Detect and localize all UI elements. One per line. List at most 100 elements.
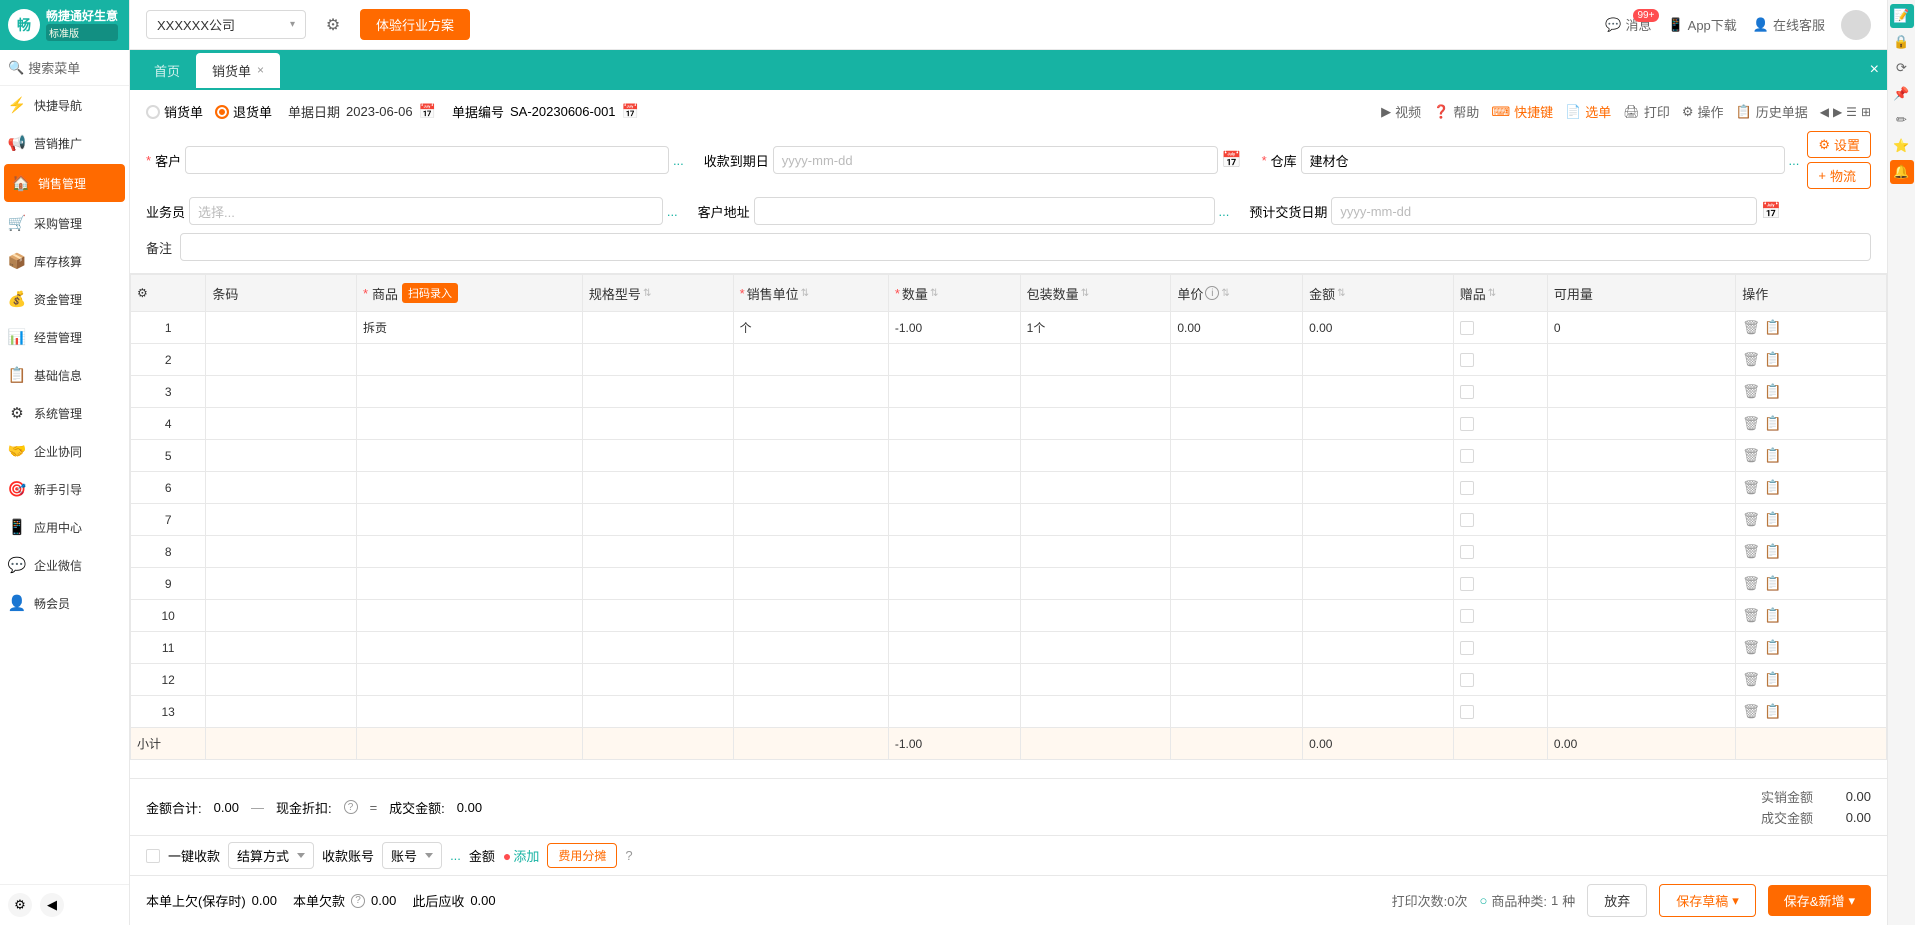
receipt-date-input[interactable]: yyyy-mm-dd bbox=[773, 146, 1218, 174]
expected-date-calendar-icon[interactable]: 📅 bbox=[1761, 201, 1781, 221]
scan-button[interactable]: 扫码录入 bbox=[402, 283, 458, 303]
row-gift-7[interactable] bbox=[1453, 504, 1547, 536]
row-product-10[interactable] bbox=[356, 600, 582, 632]
row-unit-13[interactable] bbox=[733, 696, 888, 728]
user-avatar[interactable] bbox=[1841, 10, 1871, 40]
row-unit-9[interactable] bbox=[733, 568, 888, 600]
row-copy-13[interactable]: 📋 bbox=[1764, 703, 1781, 720]
date-picker-icon[interactable]: 📅 bbox=[419, 103, 436, 120]
receipt-date-calendar-icon[interactable]: 📅 bbox=[1222, 150, 1242, 170]
expected-date-input[interactable]: yyyy-mm-dd bbox=[1331, 197, 1757, 225]
add-payment-button[interactable]: ● 添加 bbox=[503, 846, 539, 865]
row-pkg-4[interactable] bbox=[1020, 408, 1171, 440]
message-button[interactable]: 💬 消息 99+ bbox=[1605, 15, 1651, 34]
row-barcode-13[interactable] bbox=[206, 696, 357, 728]
row-pkg-11[interactable] bbox=[1020, 632, 1171, 664]
row-qty-6[interactable] bbox=[888, 472, 1020, 504]
payment-dots[interactable]: ... bbox=[450, 848, 461, 863]
row-amount-12[interactable] bbox=[1303, 664, 1454, 696]
gift-checkbox-11[interactable] bbox=[1460, 641, 1474, 655]
row-qty-13[interactable] bbox=[888, 696, 1020, 728]
tab-home[interactable]: 首页 bbox=[138, 53, 196, 88]
gift-checkbox-6[interactable] bbox=[1460, 481, 1474, 495]
tab-close-icon[interactable]: × bbox=[257, 63, 264, 77]
th-settings[interactable]: ⚙ bbox=[131, 275, 206, 312]
gift-checkbox-12[interactable] bbox=[1460, 673, 1474, 687]
row-spec-11[interactable] bbox=[582, 632, 733, 664]
row-pkg-9[interactable] bbox=[1020, 568, 1171, 600]
right-panel-btn-3[interactable]: ⟳ bbox=[1890, 56, 1914, 80]
sidebar-item-quick-nav[interactable]: ⚡ 快捷导航 bbox=[0, 86, 129, 124]
row-delete-4[interactable]: 🗑 bbox=[1742, 415, 1760, 432]
row-pkg-12[interactable] bbox=[1020, 664, 1171, 696]
row-unit-6[interactable] bbox=[733, 472, 888, 504]
row-barcode-10[interactable] bbox=[206, 600, 357, 632]
row-copy-8[interactable]: 📋 bbox=[1764, 543, 1781, 560]
row-barcode-2[interactable] bbox=[206, 344, 357, 376]
row-price-6[interactable] bbox=[1171, 472, 1303, 504]
row-pkg-3[interactable] bbox=[1020, 376, 1171, 408]
right-panel-btn-1[interactable]: 📝 bbox=[1890, 4, 1914, 28]
row-delete-11[interactable]: 🗑 bbox=[1742, 639, 1760, 656]
row-product-4[interactable] bbox=[356, 408, 582, 440]
row-spec-9[interactable] bbox=[582, 568, 733, 600]
row-spec-5[interactable] bbox=[582, 440, 733, 472]
gift-checkbox-1[interactable] bbox=[1460, 321, 1474, 335]
row-amount-11[interactable] bbox=[1303, 632, 1454, 664]
customer-input[interactable] bbox=[185, 146, 669, 174]
row-price-8[interactable] bbox=[1171, 536, 1303, 568]
row-gift-5[interactable] bbox=[1453, 440, 1547, 472]
row-qty-1[interactable]: -1.00 bbox=[888, 312, 1020, 344]
payment-help-icon[interactable]: ? bbox=[625, 848, 632, 863]
row-product-11[interactable] bbox=[356, 632, 582, 664]
row-pkg-8[interactable] bbox=[1020, 536, 1171, 568]
row-price-9[interactable] bbox=[1171, 568, 1303, 600]
row-price-13[interactable] bbox=[1171, 696, 1303, 728]
row-gift-11[interactable] bbox=[1453, 632, 1547, 664]
row-amount-3[interactable] bbox=[1303, 376, 1454, 408]
radio-sales[interactable]: 销货单 bbox=[146, 102, 203, 121]
row-spec-2[interactable] bbox=[582, 344, 733, 376]
online-service-button[interactable]: 👤 在线客服 bbox=[1753, 15, 1825, 34]
row-spec-3[interactable] bbox=[582, 376, 733, 408]
row-delete-9[interactable]: 🗑 bbox=[1742, 575, 1760, 592]
row-amount-8[interactable] bbox=[1303, 536, 1454, 568]
row-price-11[interactable] bbox=[1171, 632, 1303, 664]
row-unit-2[interactable] bbox=[733, 344, 888, 376]
row-product-8[interactable] bbox=[356, 536, 582, 568]
row-product-3[interactable] bbox=[356, 376, 582, 408]
row-product-2[interactable] bbox=[356, 344, 582, 376]
row-spec-10[interactable] bbox=[582, 600, 733, 632]
row-unit-10[interactable] bbox=[733, 600, 888, 632]
row-spec-12[interactable] bbox=[582, 664, 733, 696]
row-barcode-4[interactable] bbox=[206, 408, 357, 440]
row-copy-12[interactable]: 📋 bbox=[1764, 671, 1781, 688]
row-unit-4[interactable] bbox=[733, 408, 888, 440]
toolbar-shortcut[interactable]: ⌨ 快捷键 bbox=[1491, 102, 1553, 121]
row-gift-10[interactable] bbox=[1453, 600, 1547, 632]
account-select[interactable]: 账号 bbox=[382, 842, 442, 869]
row-price-1[interactable]: 0.00 bbox=[1171, 312, 1303, 344]
row-price-12[interactable] bbox=[1171, 664, 1303, 696]
row-unit-8[interactable] bbox=[733, 536, 888, 568]
row-unit-1[interactable]: 个 bbox=[733, 312, 888, 344]
row-unit-7[interactable] bbox=[733, 504, 888, 536]
row-qty-3[interactable] bbox=[888, 376, 1020, 408]
row-barcode-8[interactable] bbox=[206, 536, 357, 568]
row-barcode-1[interactable] bbox=[206, 312, 357, 344]
gift-checkbox-9[interactable] bbox=[1460, 577, 1474, 591]
remark-input[interactable] bbox=[180, 233, 1871, 261]
row-price-10[interactable] bbox=[1171, 600, 1303, 632]
one-click-pay-checkbox[interactable] bbox=[146, 849, 160, 863]
gift-checkbox-5[interactable] bbox=[1460, 449, 1474, 463]
row-qty-9[interactable] bbox=[888, 568, 1020, 600]
sidebar-item-inventory[interactable]: 📦 库存核算 bbox=[0, 242, 129, 280]
sidebar-item-basic[interactable]: 📋 基础信息 bbox=[0, 356, 129, 394]
row-amount-9[interactable] bbox=[1303, 568, 1454, 600]
row-copy-9[interactable]: 📋 bbox=[1764, 575, 1781, 592]
row-spec-4[interactable] bbox=[582, 408, 733, 440]
row-price-2[interactable] bbox=[1171, 344, 1303, 376]
row-gift-12[interactable] bbox=[1453, 664, 1547, 696]
row-amount-13[interactable] bbox=[1303, 696, 1454, 728]
sidebar-item-operations[interactable]: 📊 经营管理 bbox=[0, 318, 129, 356]
